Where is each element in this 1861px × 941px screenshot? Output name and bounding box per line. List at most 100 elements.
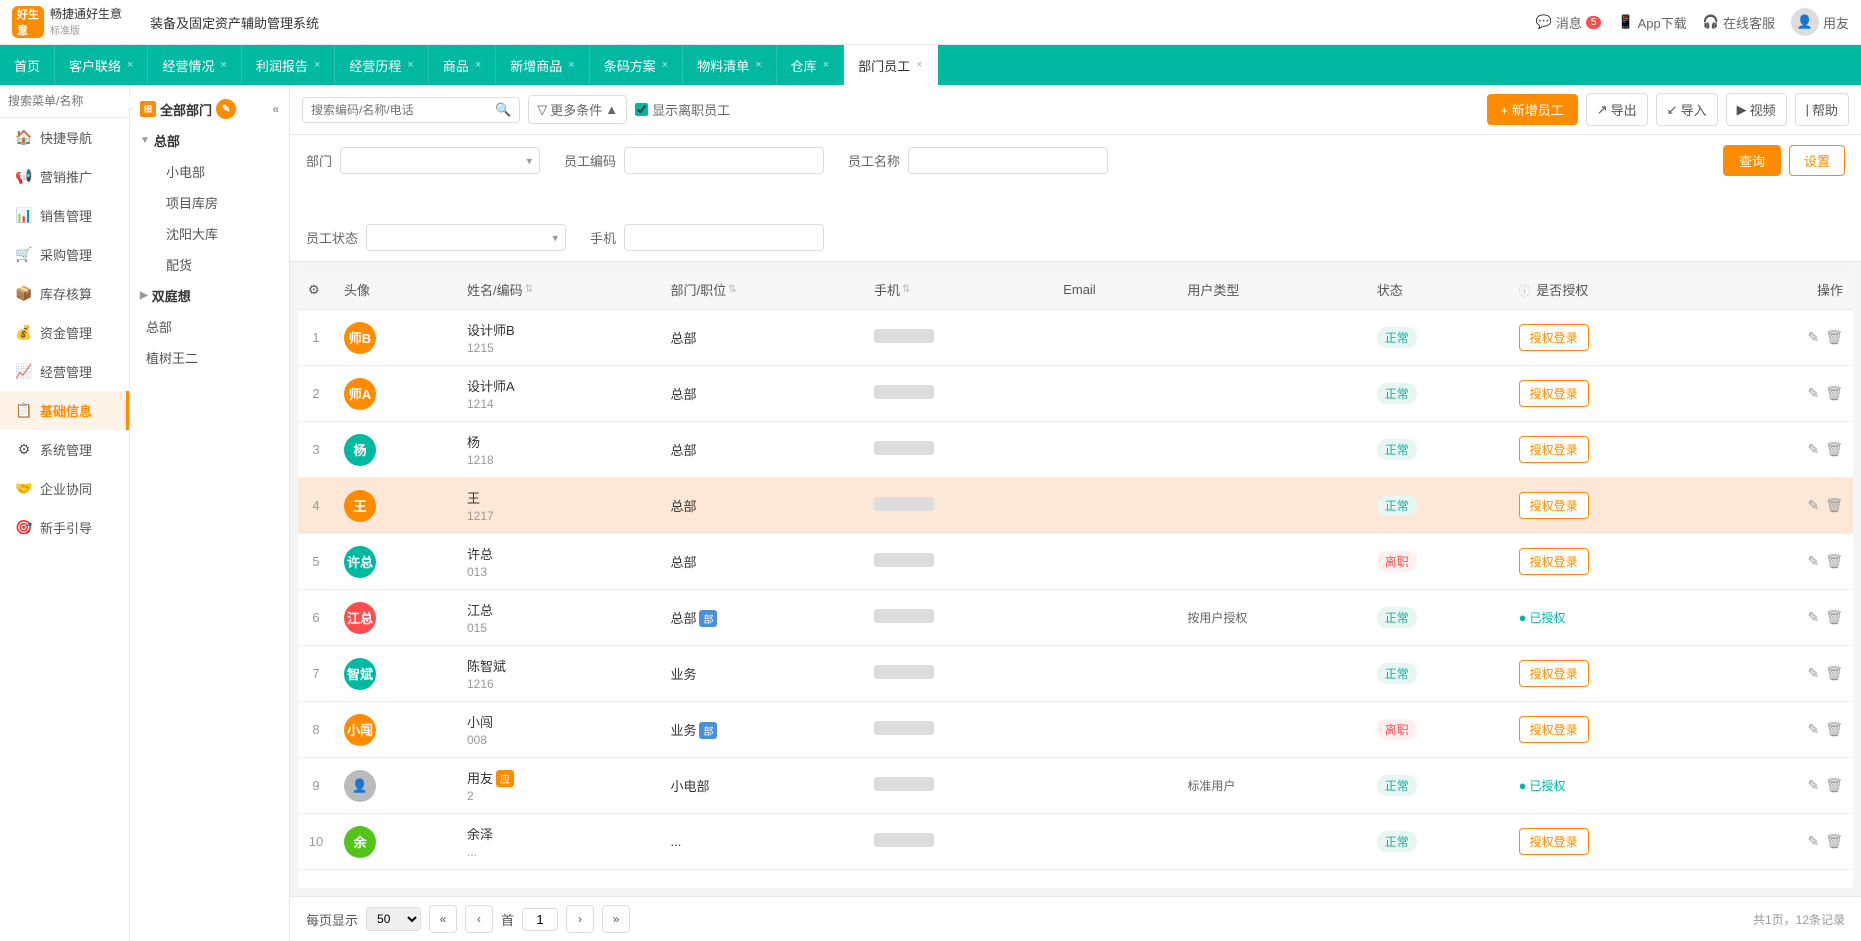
close-icon[interactable]: × (407, 59, 413, 71)
message-action[interactable]: 💬 消息 5 (1536, 13, 1602, 32)
dept-item-shenyang[interactable]: 沈阳大库 (150, 218, 289, 249)
edit-icon[interactable]: ✎ (1807, 385, 1819, 402)
edit-icon[interactable]: ✎ (1807, 329, 1819, 346)
dept-item-project-room[interactable]: 项目库房 (150, 187, 289, 218)
user-action[interactable]: 👤 用友 (1791, 8, 1849, 36)
tab-goods[interactable]: 商品 × (429, 45, 496, 85)
show-resigned-label[interactable]: 显示离职员工 (635, 100, 730, 119)
edit-icon[interactable]: ✎ (1807, 721, 1819, 738)
prev-page-button[interactable]: ‹ (465, 905, 493, 933)
dept-group-double-dream[interactable]: ▶ 双庭想 (130, 280, 289, 311)
auth-login-button[interactable]: 授权登录 (1519, 660, 1589, 687)
auth-login-button[interactable]: 授权登录 (1519, 324, 1589, 351)
close-icon[interactable]: × (220, 59, 226, 71)
phone-col-header[interactable]: 手机 ⇅ (864, 270, 1053, 310)
online-service-action[interactable]: 🎧 在线客服 (1703, 13, 1775, 32)
edit-icon[interactable]: ✎ (1807, 497, 1819, 514)
tab-customer[interactable]: 客户联络 × (55, 45, 148, 85)
dept-group-corp[interactable]: ▼ 总部 (130, 125, 289, 156)
dept-edit-button[interactable]: ✎ (216, 99, 236, 119)
delete-icon[interactable]: 🗑 (1825, 777, 1843, 794)
tab-add-goods[interactable]: 新增商品 × (496, 45, 589, 85)
search-emp-input[interactable] (311, 103, 491, 117)
sidebar-item-marketing[interactable]: 📢 营销推广 (0, 157, 129, 196)
sidebar-item-system[interactable]: ⚙ 系统管理 (0, 430, 129, 469)
auth-login-button[interactable]: 授权登录 (1519, 436, 1589, 463)
sidebar-item-guide[interactable]: 🎯 新手引导 (0, 508, 129, 547)
dept-collapse-icon[interactable]: « (272, 102, 279, 116)
next-page-button[interactable]: › (566, 905, 594, 933)
delete-icon[interactable]: 🗑 (1825, 833, 1843, 850)
sidebar-item-quick-nav[interactable]: 🏠 快捷导航 (0, 118, 129, 157)
sidebar-item-purchase[interactable]: 🛒 采购管理 (0, 235, 129, 274)
name-col-header[interactable]: 姓名/编码 ⇅ (457, 270, 660, 310)
sidebar-item-inventory[interactable]: 📦 库存核算 (0, 274, 129, 313)
more-conditions-btn[interactable]: ▽ 更多条件 ▲ (528, 95, 627, 124)
auth-login-button[interactable]: 授权登录 (1519, 716, 1589, 743)
sidebar-item-sales[interactable]: 📊 销售管理 (0, 196, 129, 235)
auth-login-button[interactable]: 授权登录 (1519, 828, 1589, 855)
delete-icon[interactable]: 🗑 (1825, 609, 1843, 626)
tab-barcode[interactable]: 条码方案 × (590, 45, 683, 85)
auth-login-button[interactable]: 授权登录 (1519, 492, 1589, 519)
close-icon[interactable]: × (314, 59, 320, 71)
delete-icon[interactable]: 🗑 (1825, 553, 1843, 570)
close-icon[interactable]: × (568, 59, 574, 71)
page-size-select[interactable]: 50 20 100 (366, 907, 421, 931)
close-icon[interactable]: × (662, 59, 668, 71)
close-icon[interactable]: × (127, 59, 133, 71)
query-button[interactable]: 查询 (1723, 145, 1781, 176)
dept-item-plant-king2[interactable]: 植树王二 (130, 342, 289, 373)
close-icon[interactable]: × (916, 59, 922, 71)
emp-status-select[interactable] (366, 224, 566, 251)
add-employee-button[interactable]: + 新增员工 (1487, 94, 1578, 125)
tab-history[interactable]: 经营历程 × (335, 45, 428, 85)
dept-col-header[interactable]: 部门/职位 ⇅ (660, 270, 863, 310)
delete-icon[interactable]: 🗑 (1825, 665, 1843, 682)
edit-icon[interactable]: ✎ (1807, 665, 1819, 682)
app-download-action[interactable]: 📱 App下载 (1617, 13, 1686, 32)
delete-icon[interactable]: 🗑 (1825, 441, 1843, 458)
last-page-button[interactable]: » (602, 905, 630, 933)
sidebar-item-operations[interactable]: 📈 经营管理 (0, 352, 129, 391)
delete-icon[interactable]: 🗑 (1825, 721, 1843, 738)
dept-item-headquarters[interactable]: 总部 (130, 311, 289, 342)
tab-home[interactable]: 首页 (0, 45, 55, 85)
dept-select[interactable] (340, 147, 540, 174)
sidebar-item-cooperation[interactable]: 🤝 企业协同 (0, 469, 129, 508)
delete-icon[interactable]: 🗑 (1825, 329, 1843, 346)
dept-item-distribution[interactable]: 配货 (150, 249, 289, 280)
import-button[interactable]: ↙ 导入 (1656, 93, 1718, 126)
set-button[interactable]: 设置 (1789, 145, 1845, 176)
edit-icon[interactable]: ✎ (1807, 777, 1819, 794)
tab-department-staff[interactable]: 部门员工 × (844, 45, 937, 85)
auth-login-button[interactable]: 授权登录 (1519, 380, 1589, 407)
delete-icon[interactable]: 🗑 (1825, 385, 1843, 402)
auth-login-button[interactable]: 授权登录 (1519, 548, 1589, 575)
delete-icon[interactable]: 🗑 (1825, 497, 1843, 514)
close-icon[interactable]: × (475, 59, 481, 71)
settings-col-header[interactable]: ⚙ (298, 270, 334, 310)
page-input[interactable] (522, 908, 558, 931)
phone-input[interactable] (624, 224, 824, 251)
tab-warehouse[interactable]: 仓库 × (777, 45, 844, 85)
export-button[interactable]: ↗ 导出 (1586, 93, 1648, 126)
show-resigned-checkbox[interactable] (635, 103, 648, 116)
dept-item-small-elec[interactable]: 小电部 (150, 156, 289, 187)
view-button[interactable]: ▶ 视频 (1726, 93, 1787, 126)
first-page-button[interactable]: « (429, 905, 457, 933)
edit-icon[interactable]: ✎ (1807, 833, 1819, 850)
emp-code-input[interactable] (624, 147, 824, 174)
tab-profit[interactable]: 利润报告 × (242, 45, 335, 85)
sidebar-item-basic-info[interactable]: 📋 基础信息 (0, 391, 129, 430)
tab-bom[interactable]: 物料清单 × (683, 45, 776, 85)
emp-name-input[interactable] (908, 147, 1108, 174)
tab-operations[interactable]: 经营情况 × (148, 45, 241, 85)
close-icon[interactable]: × (823, 59, 829, 71)
edit-icon[interactable]: ✎ (1807, 553, 1819, 570)
sidebar-item-finance[interactable]: 💰 资金管理 (0, 313, 129, 352)
edit-icon[interactable]: ✎ (1807, 441, 1819, 458)
close-icon[interactable]: × (755, 59, 761, 71)
edit-icon[interactable]: ✎ (1807, 609, 1819, 626)
help-button[interactable]: | 帮助 (1795, 93, 1849, 126)
